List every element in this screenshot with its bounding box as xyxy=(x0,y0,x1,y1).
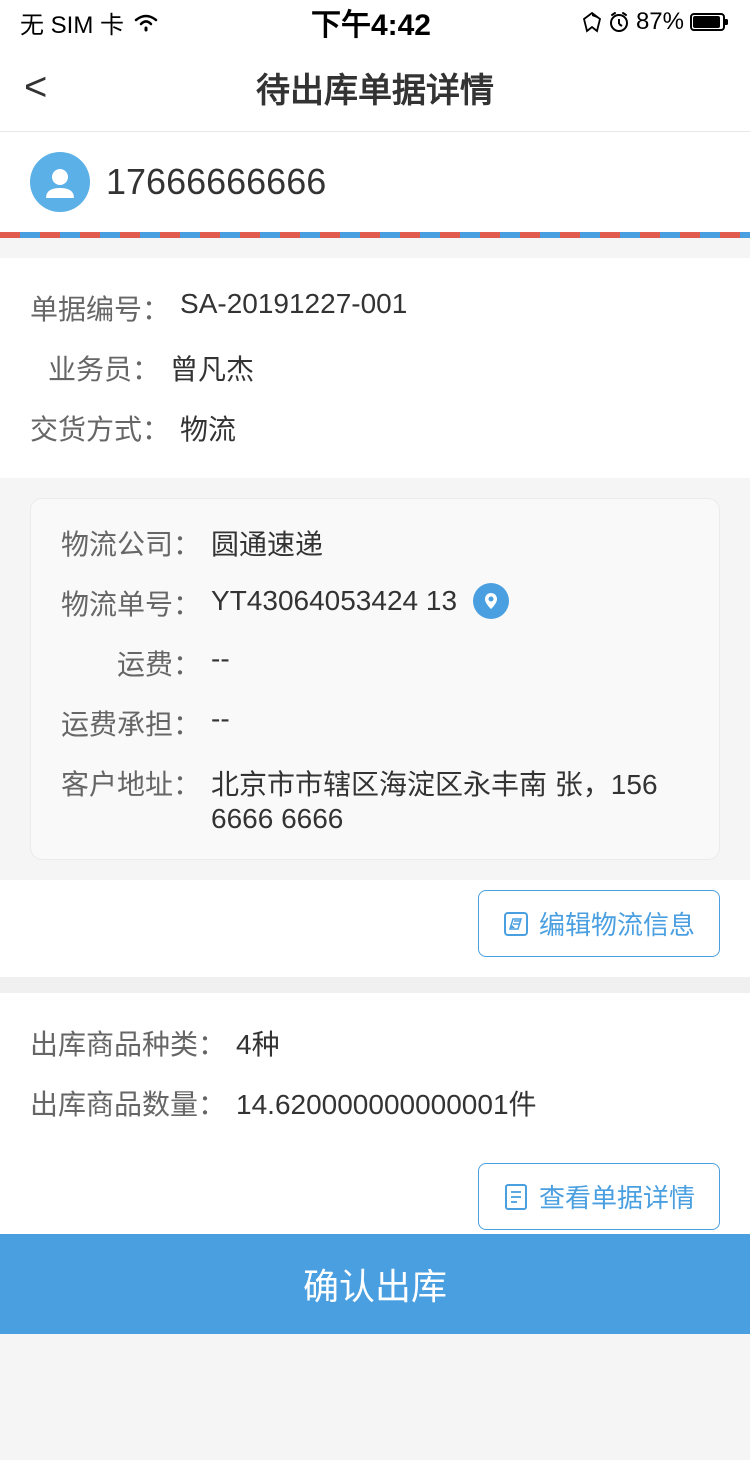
status-left: 无 SIM 卡 xyxy=(20,5,160,40)
logistics-company-value: 圆通速递 xyxy=(211,523,689,563)
avatar xyxy=(30,152,90,212)
freight-label: 运费： xyxy=(61,643,211,683)
logistics-card: 物流公司： 圆通速递 物流单号： YT43064053424 13 运费： --… xyxy=(30,498,720,860)
sim-text: 无 SIM 卡 xyxy=(20,5,124,40)
sales-person-label: 业务员： xyxy=(30,348,170,388)
goods-quantity-row: 出库商品数量： 14.620000000000001件 xyxy=(30,1083,720,1123)
delivery-method-value: 物流 xyxy=(180,408,720,448)
goods-types-row: 出库商品种类： 4种 xyxy=(30,1023,720,1063)
freight-row: 运费： -- xyxy=(61,643,689,683)
location-status-icon xyxy=(582,11,602,33)
address-row: 客户地址： 北京市市辖区海淀区永丰南 张，156 6666 6666 xyxy=(61,763,689,835)
back-button[interactable]: < xyxy=(24,65,47,110)
document-icon xyxy=(503,1184,529,1210)
page-title: 待出库单据详情 xyxy=(256,63,494,112)
tracking-location-icon[interactable] xyxy=(473,583,509,619)
delivery-method-row: 交货方式： 物流 xyxy=(30,408,720,448)
goods-section: 出库商品种类： 4种 出库商品数量： 14.620000000000001件 xyxy=(0,993,750,1153)
order-number-row: 单据编号： SA-20191227-001 xyxy=(30,288,720,328)
view-btn-label: 查看单据详情 xyxy=(539,1178,695,1215)
view-details-button[interactable]: 查看单据详情 xyxy=(478,1163,720,1230)
status-right: 87% xyxy=(582,8,730,36)
freight-value: -- xyxy=(211,643,689,675)
goods-types-label: 出库商品种类： xyxy=(30,1023,236,1063)
dashed-separator xyxy=(0,232,750,238)
tracking-number-label: 物流单号： xyxy=(61,583,211,623)
goods-quantity-value: 14.620000000000001件 xyxy=(236,1083,720,1123)
freight-bear-row: 运费承担： -- xyxy=(61,703,689,743)
customer-header: 17666666666 xyxy=(0,132,750,232)
edit-logistics-button[interactable]: 编辑物流信息 xyxy=(478,890,720,957)
customer-phone: 17666666666 xyxy=(106,161,326,203)
battery-icon xyxy=(690,11,730,33)
order-number-label: 单据编号： xyxy=(30,288,180,328)
alarm-icon xyxy=(608,11,630,33)
logistics-company-label: 物流公司： xyxy=(61,523,211,563)
person-icon xyxy=(42,164,78,200)
sales-person-value: 曾凡杰 xyxy=(170,348,720,388)
freight-bear-label: 运费承担： xyxy=(61,703,211,743)
tracking-number-value: YT43064053424 13 xyxy=(211,583,689,619)
edit-btn-label: 编辑物流信息 xyxy=(539,905,695,942)
section-divider xyxy=(0,977,750,993)
confirm-btn-label: 确认出库 xyxy=(303,1258,447,1310)
logistics-company-row: 物流公司： 圆通速递 xyxy=(61,523,689,563)
confirm-btn-bar[interactable]: 确认出库 xyxy=(0,1234,750,1334)
wifi-icon xyxy=(132,12,160,32)
sales-person-row: 业务员： 曾凡杰 xyxy=(30,348,720,388)
goods-types-value: 4种 xyxy=(236,1023,720,1063)
edit-btn-row: 编辑物流信息 xyxy=(0,880,750,977)
order-info-section: 单据编号： SA-20191227-001 业务员： 曾凡杰 交货方式： 物流 xyxy=(0,258,750,478)
tracking-number-row: 物流单号： YT43064053424 13 xyxy=(61,583,689,623)
edit-icon xyxy=(503,911,529,937)
goods-quantity-label: 出库商品数量： xyxy=(30,1083,236,1123)
delivery-method-label: 交货方式： xyxy=(30,408,180,448)
address-label: 客户地址： xyxy=(61,763,211,803)
address-value: 北京市市辖区海淀区永丰南 张，156 6666 6666 xyxy=(211,763,689,835)
freight-bear-value: -- xyxy=(211,703,689,735)
order-number-value: SA-20191227-001 xyxy=(180,288,720,320)
battery-text: 87% xyxy=(636,8,684,36)
nav-bar: < 待出库单据详情 xyxy=(0,44,750,132)
status-bar: 无 SIM 卡 下午4:42 87% xyxy=(0,0,750,44)
status-time: 下午4:42 xyxy=(311,0,431,44)
